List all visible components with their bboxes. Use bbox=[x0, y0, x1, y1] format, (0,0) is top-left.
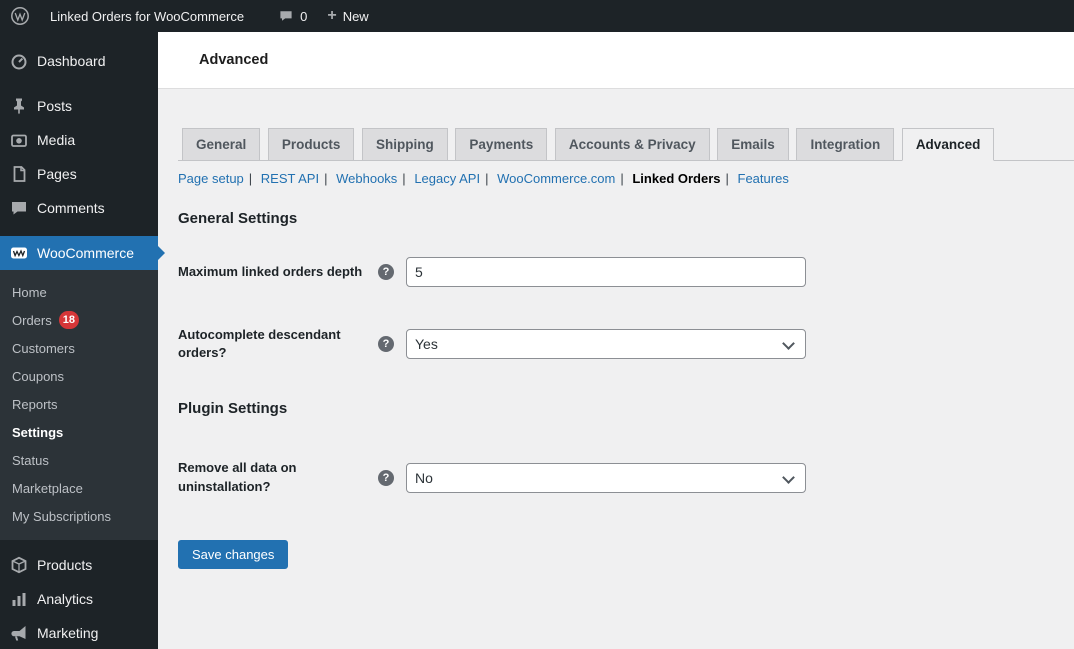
sidebar-subitem-my-subscriptions[interactable]: My Subscriptions bbox=[0, 502, 158, 530]
tab-integration[interactable]: Integration bbox=[796, 128, 895, 161]
plus-icon: + bbox=[327, 7, 337, 24]
sidebar-subitem-status[interactable]: Status bbox=[0, 446, 158, 474]
remove-data-select-wrap: No bbox=[406, 462, 806, 493]
tab-advanced[interactable]: Advanced bbox=[901, 128, 995, 161]
autocomplete-descendants-label: Autocomplete descendant orders? bbox=[178, 327, 341, 361]
max-depth-label: Maximum linked orders depth bbox=[178, 263, 363, 279]
sidebar-item-comments[interactable]: Comments bbox=[0, 191, 158, 225]
sidebar-item-pages[interactable]: Pages bbox=[0, 157, 158, 191]
sidebar-subitem-marketplace[interactable]: Marketplace bbox=[0, 474, 158, 502]
comments-count: 0 bbox=[300, 8, 308, 24]
sidebar-subitem-home[interactable]: Home bbox=[0, 278, 158, 306]
remove-data-label: Remove all data on uninstallation? bbox=[178, 460, 297, 494]
woocommerce-icon bbox=[9, 243, 29, 263]
sidebar-item-media[interactable]: Media bbox=[0, 123, 158, 157]
sidebar-item-label: Analytics bbox=[37, 591, 94, 607]
help-icon[interactable]: ? bbox=[378, 336, 394, 353]
save-changes-button[interactable]: Save changes bbox=[178, 539, 289, 569]
sidebar-item-label: Marketing bbox=[37, 625, 99, 641]
sidebar-subitem-coupons[interactable]: Coupons bbox=[0, 362, 158, 390]
sidebar-item-analytics[interactable]: Analytics bbox=[0, 582, 158, 616]
sidebar-item-marketing[interactable]: Marketing bbox=[0, 616, 158, 649]
new-label: New bbox=[342, 8, 369, 24]
sidebar-item-label: Media bbox=[37, 132, 76, 148]
sidebar-item-label: Products bbox=[37, 557, 93, 573]
sidebar-subitem-customers[interactable]: Customers bbox=[0, 334, 158, 362]
settings-subnav: Page setup REST API Webhooks Legacy API … bbox=[178, 171, 1074, 186]
subnav-page-setup[interactable]: Page setup bbox=[178, 171, 244, 186]
subnav-legacy-api[interactable]: Legacy API bbox=[414, 171, 480, 186]
dashboard-icon bbox=[9, 51, 29, 71]
section-heading-plugin-settings: Plugin Settings bbox=[178, 400, 288, 418]
sidebar-item-label: Pages bbox=[37, 166, 77, 182]
subnav-webhooks[interactable]: Webhooks bbox=[336, 171, 397, 186]
remove-data-select[interactable]: No bbox=[406, 462, 806, 493]
products-icon bbox=[9, 555, 29, 575]
sidebar-item-label: Comments bbox=[37, 200, 105, 216]
new-button[interactable]: + New bbox=[317, 0, 378, 32]
settings-tabs: General Products Shipping Payments Accou… bbox=[178, 128, 1074, 161]
tab-products[interactable]: Products bbox=[267, 128, 355, 161]
sidebar-subitem-reports[interactable]: Reports bbox=[0, 390, 158, 418]
subnav-features[interactable]: Features bbox=[738, 171, 789, 186]
sidebar: Dashboard Posts Media Pages Comments Woo… bbox=[0, 32, 165, 649]
autocomplete-descendants-select-wrap: Yes bbox=[406, 329, 806, 360]
marketing-icon bbox=[9, 623, 29, 643]
pages-icon bbox=[9, 164, 29, 184]
field-row-max-depth: Maximum linked orders depth ? bbox=[178, 257, 1074, 287]
subnav-rest-api[interactable]: REST API bbox=[261, 171, 319, 186]
subnav-linked-orders[interactable]: Linked Orders bbox=[632, 171, 720, 186]
sidebar-item-dashboard[interactable]: Dashboard bbox=[0, 44, 158, 78]
field-row-remove-data: Remove all data on uninstallation? ? No bbox=[178, 459, 1074, 495]
comments-icon bbox=[9, 198, 29, 218]
max-depth-input[interactable] bbox=[406, 257, 806, 287]
tab-emails[interactable]: Emails bbox=[717, 128, 789, 161]
main-content: Advanced General Products Shipping Payme… bbox=[158, 32, 1074, 649]
sidebar-subitem-settings[interactable]: Settings bbox=[0, 418, 158, 446]
comments-bubble-icon bbox=[278, 8, 294, 24]
sidebar-item-label: Posts bbox=[37, 98, 73, 114]
submit-row: Save changes bbox=[178, 539, 1074, 569]
autocomplete-descendants-select[interactable]: Yes bbox=[406, 329, 806, 360]
page-title: Advanced bbox=[199, 52, 269, 68]
woocommerce-admin-header: Advanced bbox=[158, 32, 1074, 88]
analytics-icon bbox=[9, 589, 29, 609]
sidebar-item-label: Dashboard bbox=[37, 53, 106, 69]
active-menu-arrow bbox=[158, 246, 165, 260]
media-icon bbox=[9, 130, 29, 150]
wordpress-logo-button[interactable] bbox=[0, 0, 40, 32]
help-icon[interactable]: ? bbox=[378, 469, 394, 486]
section-heading-general-settings: General Settings bbox=[178, 210, 298, 227]
subnav-woocommerce-com[interactable]: WooCommerce.com bbox=[497, 171, 615, 186]
comments-button[interactable]: 0 bbox=[268, 0, 317, 32]
sidebar-subitem-orders[interactable]: Orders 18 bbox=[0, 306, 158, 334]
tab-shipping[interactable]: Shipping bbox=[362, 128, 448, 161]
site-name-link[interactable]: Linked Orders for WooCommerce bbox=[40, 0, 254, 32]
sidebar-item-woocommerce[interactable]: WooCommerce bbox=[0, 236, 165, 270]
admin-bar: Linked Orders for WooCommerce 0 + New bbox=[0, 0, 1074, 32]
tab-general[interactable]: General bbox=[182, 128, 261, 161]
tab-payments[interactable]: Payments bbox=[455, 128, 548, 161]
wordpress-logo-icon bbox=[10, 6, 30, 26]
sidebar-item-posts[interactable]: Posts bbox=[0, 89, 158, 123]
woocommerce-submenu: Home Orders 18 Customers Coupons Reports… bbox=[0, 270, 158, 540]
site-name: Linked Orders for WooCommerce bbox=[50, 8, 245, 24]
field-row-autocomplete-descendants: Autocomplete descendant orders? ? Yes bbox=[178, 326, 1074, 362]
help-icon[interactable]: ? bbox=[378, 264, 394, 280]
orders-count-badge: 18 bbox=[58, 311, 79, 329]
pin-icon bbox=[9, 96, 29, 116]
sidebar-item-label: WooCommerce bbox=[37, 245, 134, 261]
sidebar-item-products[interactable]: Products bbox=[0, 548, 158, 582]
tab-accounts-privacy[interactable]: Accounts & Privacy bbox=[554, 128, 710, 161]
